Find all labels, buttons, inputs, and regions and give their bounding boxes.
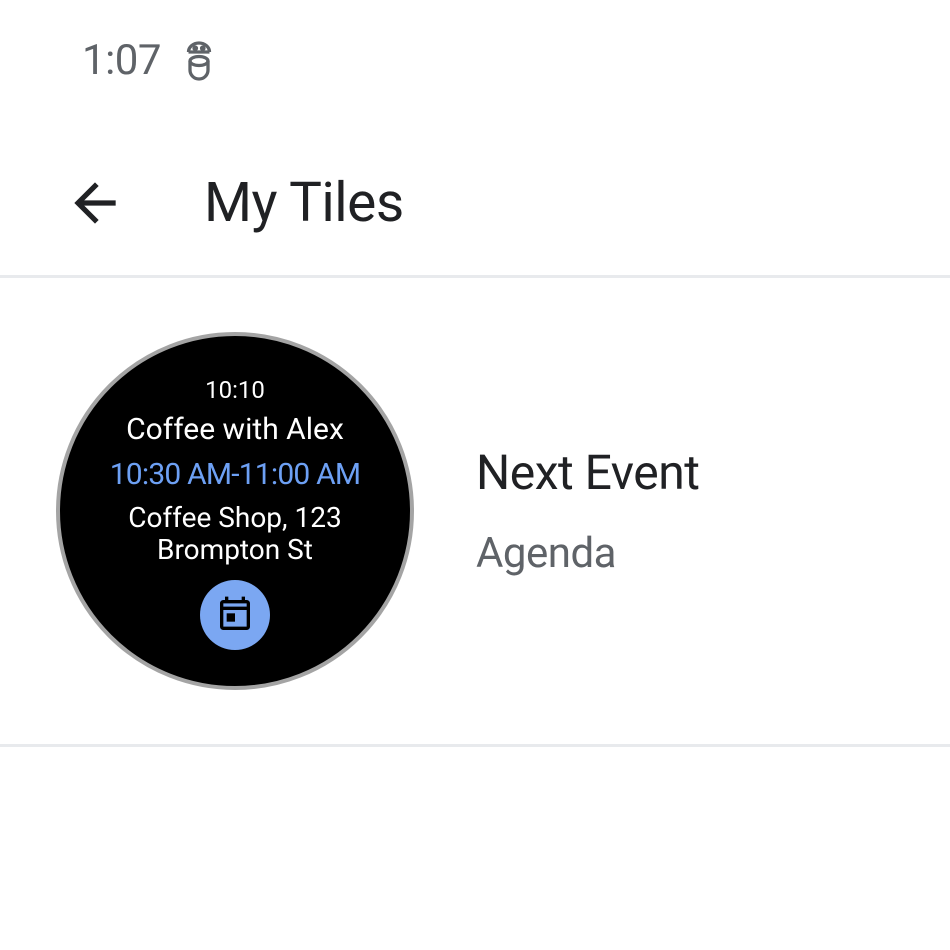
calendar-button — [200, 580, 270, 650]
preview-time-range: 10:30 AM-11:00 AM — [110, 457, 361, 492]
preview-location-line2: Brompton St — [157, 534, 313, 566]
preview-event-title: Coffee with Alex — [126, 412, 344, 447]
page-title: My Tiles — [204, 171, 404, 235]
tile-info: Next Event Agenda — [476, 444, 699, 578]
status-time: 1:07 — [82, 36, 161, 85]
status-bar: 1:07 — [0, 0, 950, 85]
tile-preview: 10:10 Coffee with Alex 10:30 AM-11:00 AM… — [56, 332, 414, 690]
preview-location-line1: Coffee Shop, 123 — [128, 502, 341, 534]
calendar-today-icon — [215, 595, 255, 635]
tile-subtitle: Agenda — [476, 529, 699, 578]
tile-row[interactable]: 10:10 Coffee with Alex 10:30 AM-11:00 AM… — [0, 278, 950, 744]
back-button[interactable] — [64, 172, 126, 234]
tile-title: Next Event — [476, 444, 699, 501]
preview-time: 10:10 — [205, 376, 265, 404]
header: My Tiles — [0, 85, 950, 275]
android-debug-icon — [181, 40, 217, 82]
divider — [0, 744, 950, 747]
